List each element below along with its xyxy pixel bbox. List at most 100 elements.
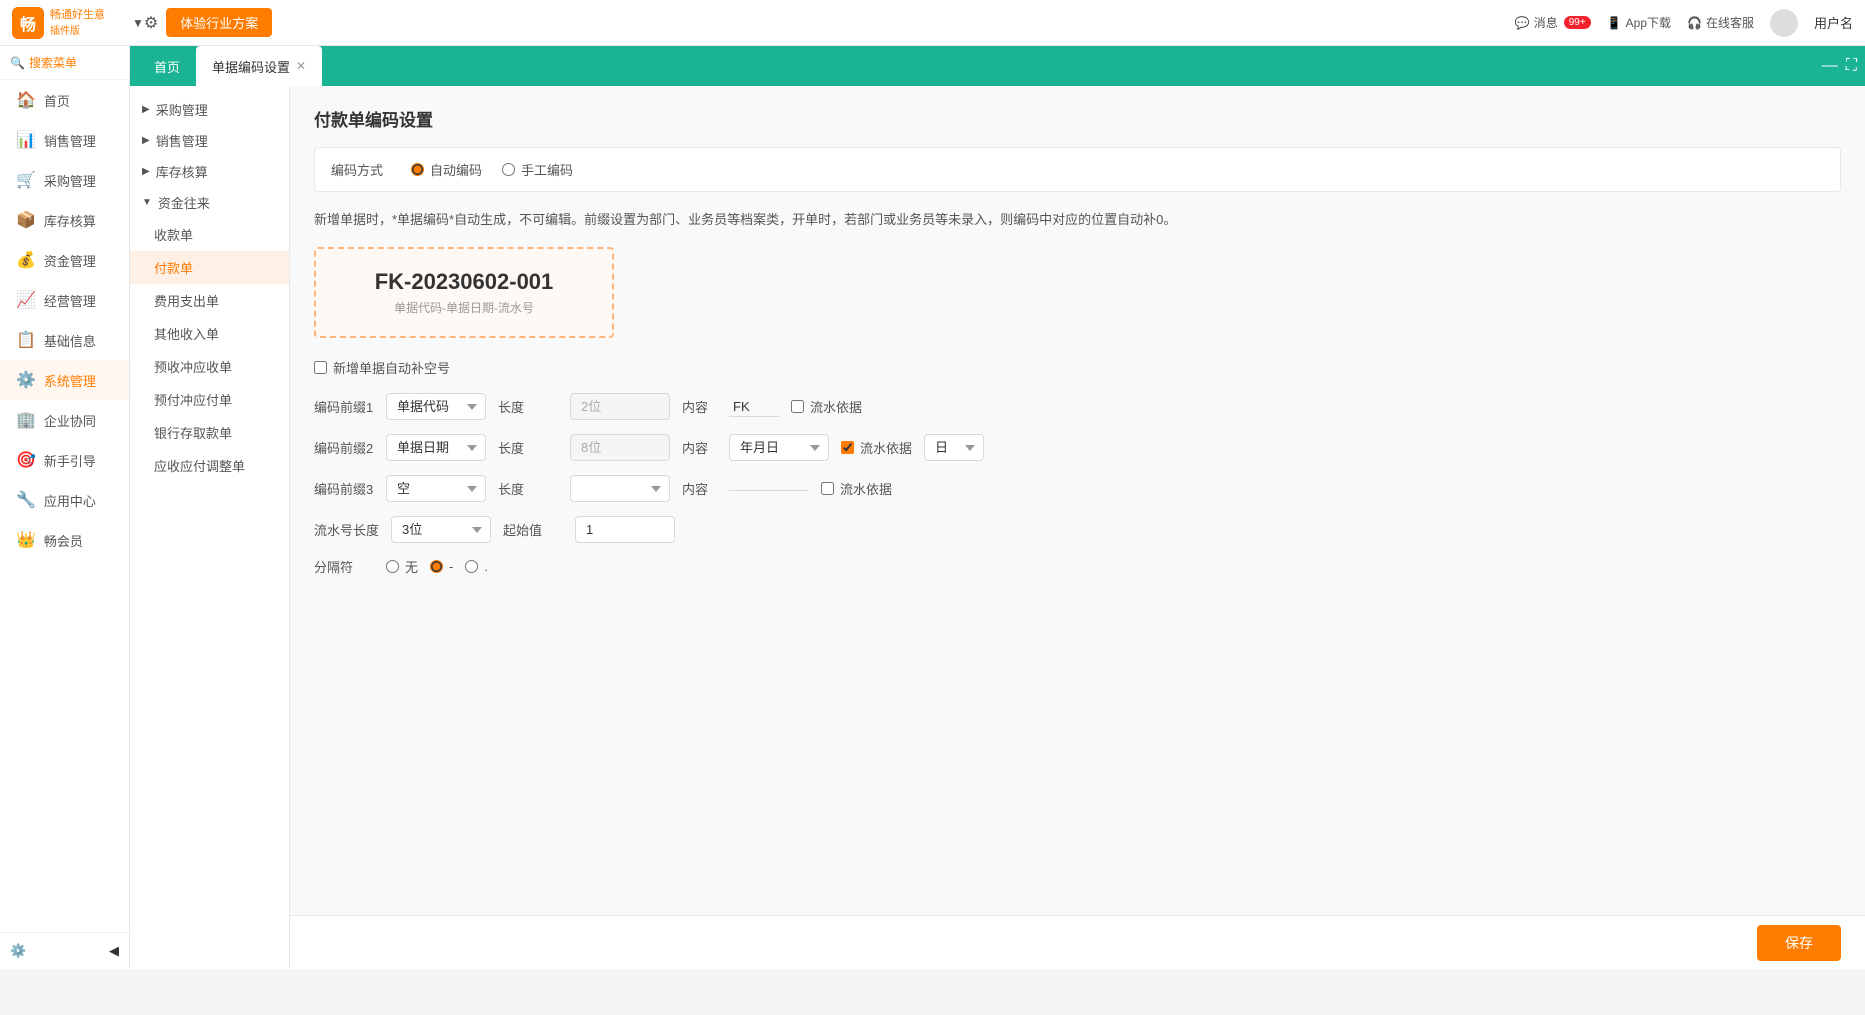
manual-encoding-option[interactable]: 手工编码 bbox=[502, 160, 573, 179]
sidebar-item-operations[interactable]: 📈 经营管理 bbox=[0, 280, 129, 320]
logo-area: 畅 畅通好生意 插件版 bbox=[12, 7, 132, 39]
online-service-button[interactable]: 🎧 在线客服 bbox=[1687, 14, 1754, 31]
nav-group-inventory[interactable]: ▶ 库存核算 bbox=[130, 156, 289, 187]
nav-item-prepaid-receivable[interactable]: 预收冲应收单 bbox=[130, 350, 289, 383]
sidebar-item-inventory[interactable]: 📦 库存核算 bbox=[0, 200, 129, 240]
sales-icon: 📊 bbox=[16, 130, 36, 150]
finance-icon: 💰 bbox=[16, 250, 36, 270]
nav-item-expense[interactable]: 费用支出单 bbox=[130, 284, 289, 317]
manual-encoding-radio[interactable] bbox=[502, 163, 515, 176]
tab-maximize-button[interactable]: ⛶ bbox=[1846, 57, 1857, 75]
footer-settings-icon[interactable]: ⚙️ bbox=[10, 943, 26, 959]
avatar[interactable] bbox=[1770, 9, 1798, 37]
prefix1-watermark-checkbox[interactable] bbox=[791, 400, 804, 413]
nav-item-receipt[interactable]: 收款单 bbox=[130, 218, 289, 251]
sidebar-item-newguide[interactable]: 🎯 新手引导 bbox=[0, 440, 129, 480]
sidebar-item-member[interactable]: 👑 畅会员 bbox=[0, 520, 129, 560]
tab-encoding[interactable]: 单据编码设置 ✕ bbox=[196, 46, 322, 86]
sidebar-item-finance[interactable]: 💰 资金管理 bbox=[0, 240, 129, 280]
headset-icon: 🎧 bbox=[1687, 16, 1702, 30]
appcenter-icon: 🔧 bbox=[16, 490, 36, 510]
sidebar-item-system[interactable]: ⚙️ 系统管理 bbox=[0, 360, 129, 400]
serial-length-select[interactable]: 3位 bbox=[391, 516, 491, 543]
preview-desc: 单据代码-单据日期-流水号 bbox=[346, 299, 582, 316]
prefix1-content-value: FK bbox=[729, 397, 779, 417]
chevron-down-icon: ▼ bbox=[132, 16, 144, 30]
encoding-type-section: 编码方式 自动编码 手工编码 bbox=[314, 147, 1841, 192]
home-icon: 🏠 bbox=[16, 90, 36, 110]
sidebar-item-company[interactable]: 🏢 企业协同 bbox=[0, 400, 129, 440]
prefix3-watermark-check[interactable]: 流水依据 bbox=[821, 479, 892, 498]
search-icon: 🔍 bbox=[10, 56, 25, 70]
system-icon: ⚙️ bbox=[16, 370, 36, 390]
prefix2-cycle-select[interactable]: 日 bbox=[924, 434, 984, 461]
nav-item-ap-ar-adjust[interactable]: 应收应付调整单 bbox=[130, 449, 289, 482]
prefix-row-2: 编码前缀2 单据日期 长度 8位 内容 年月日 流水依据 bbox=[314, 434, 1841, 461]
nav-group-sales[interactable]: ▶ 销售管理 bbox=[130, 125, 289, 156]
auto-encoding-radio[interactable] bbox=[411, 163, 424, 176]
nav-item-other-income[interactable]: 其他收入单 bbox=[130, 317, 289, 350]
prefix3-length-select[interactable] bbox=[570, 475, 670, 502]
prefix1-length-select[interactable]: 2位 bbox=[570, 393, 670, 420]
sidebar-item-purchase[interactable]: 🛒 采购管理 bbox=[0, 160, 129, 200]
nav-group-purchase[interactable]: ▶ 采购管理 bbox=[130, 94, 289, 125]
auto-fill-checkbox[interactable] bbox=[314, 361, 327, 374]
sidebar-item-sales[interactable]: 📊 销售管理 bbox=[0, 120, 129, 160]
company-icon: 🏢 bbox=[16, 410, 36, 430]
prefix1-watermark-check[interactable]: 流水依据 bbox=[791, 397, 862, 416]
message-icon: 💬 bbox=[1515, 16, 1530, 30]
prefix2-watermark-check[interactable]: 流水依据 bbox=[841, 438, 912, 457]
auto-encoding-option[interactable]: 自动编码 bbox=[411, 160, 482, 179]
nav-item-prepaid-payable[interactable]: 预付冲应付单 bbox=[130, 383, 289, 416]
prefix2-length-select[interactable]: 8位 bbox=[570, 434, 670, 461]
serial-start-input[interactable] bbox=[575, 516, 675, 543]
bottom-bar: 保存 bbox=[290, 915, 1865, 969]
newguide-icon: 🎯 bbox=[16, 450, 36, 470]
sidebar-item-home[interactable]: 🏠 首页 bbox=[0, 80, 129, 120]
separator-none-radio[interactable] bbox=[386, 560, 399, 573]
settings-icon[interactable]: ⚙ bbox=[144, 13, 158, 33]
separator-dot-option[interactable]: . bbox=[465, 559, 488, 574]
collapse-icon[interactable]: ◀ bbox=[109, 943, 119, 959]
sidebar-item-basicinfo[interactable]: 📋 基础信息 bbox=[0, 320, 129, 360]
prefix2-watermark-checkbox[interactable] bbox=[841, 441, 854, 454]
purchase-icon: 🛒 bbox=[16, 170, 36, 190]
prefix3-content-label: 内容 bbox=[682, 479, 717, 498]
trial-button[interactable]: 体验行业方案 bbox=[166, 8, 272, 37]
prefix3-watermark-checkbox[interactable] bbox=[821, 482, 834, 495]
separator-dash-radio[interactable] bbox=[430, 560, 443, 573]
app-download-button[interactable]: 📱 App下载 bbox=[1607, 14, 1671, 31]
workspace-dropdown[interactable]: ▼ bbox=[132, 16, 144, 30]
prefix2-content-select[interactable]: 年月日 bbox=[729, 434, 829, 461]
separator-label: 分隔符 bbox=[314, 557, 374, 576]
save-button[interactable]: 保存 bbox=[1757, 925, 1841, 961]
sidebar-search[interactable]: 🔍 搜索菜单 bbox=[0, 46, 129, 80]
message-button[interactable]: 💬 消息 99+ bbox=[1515, 14, 1591, 31]
separator-dash-option[interactable]: - bbox=[430, 559, 453, 574]
operations-icon: 📈 bbox=[16, 290, 36, 310]
member-icon: 👑 bbox=[16, 530, 36, 550]
left-nav: ▶ 采购管理 ▶ 销售管理 ▶ 库存核算 ▼ 资金往来 收款单 付款单 费用支出… bbox=[130, 86, 290, 969]
sidebar-footer: ⚙️ ◀ bbox=[0, 932, 129, 969]
nav-group-fund[interactable]: ▼ 资金往来 bbox=[130, 187, 289, 218]
app-download-icon: 📱 bbox=[1607, 16, 1622, 30]
prefix2-select[interactable]: 单据日期 bbox=[386, 434, 486, 461]
prefix2-content-label: 内容 bbox=[682, 438, 717, 457]
preview-box: FK-20230602-001 单据代码-单据日期-流水号 bbox=[314, 247, 614, 338]
sidebar-item-appcenter[interactable]: 🔧 应用中心 bbox=[0, 480, 129, 520]
arrow-icon: ▶ bbox=[142, 135, 150, 146]
separator-none-option[interactable]: 无 bbox=[386, 557, 418, 576]
tab-home[interactable]: 首页 bbox=[138, 46, 196, 86]
prefix3-select[interactable]: 空 bbox=[386, 475, 486, 502]
nav-item-bank-deposit[interactable]: 银行存取款单 bbox=[130, 416, 289, 449]
logo-text: 畅通好生意 插件版 bbox=[50, 8, 105, 37]
preview-code: FK-20230602-001 bbox=[346, 269, 582, 295]
separator-dot-radio[interactable] bbox=[465, 560, 478, 573]
username-label: 用户名 bbox=[1814, 13, 1853, 32]
info-text: 新增单据时，*单据编码*自动生成，不可编辑。前缀设置为部门、业务员等档案类，开单… bbox=[314, 208, 1841, 231]
nav-item-payment[interactable]: 付款单 bbox=[130, 251, 289, 284]
tab-minimize-button[interactable]: — bbox=[1822, 57, 1838, 75]
prefix1-select[interactable]: 单据代码 bbox=[386, 393, 486, 420]
tab-close-encoding[interactable]: ✕ bbox=[296, 59, 306, 73]
prefix1-length-label: 长度 bbox=[498, 397, 558, 416]
